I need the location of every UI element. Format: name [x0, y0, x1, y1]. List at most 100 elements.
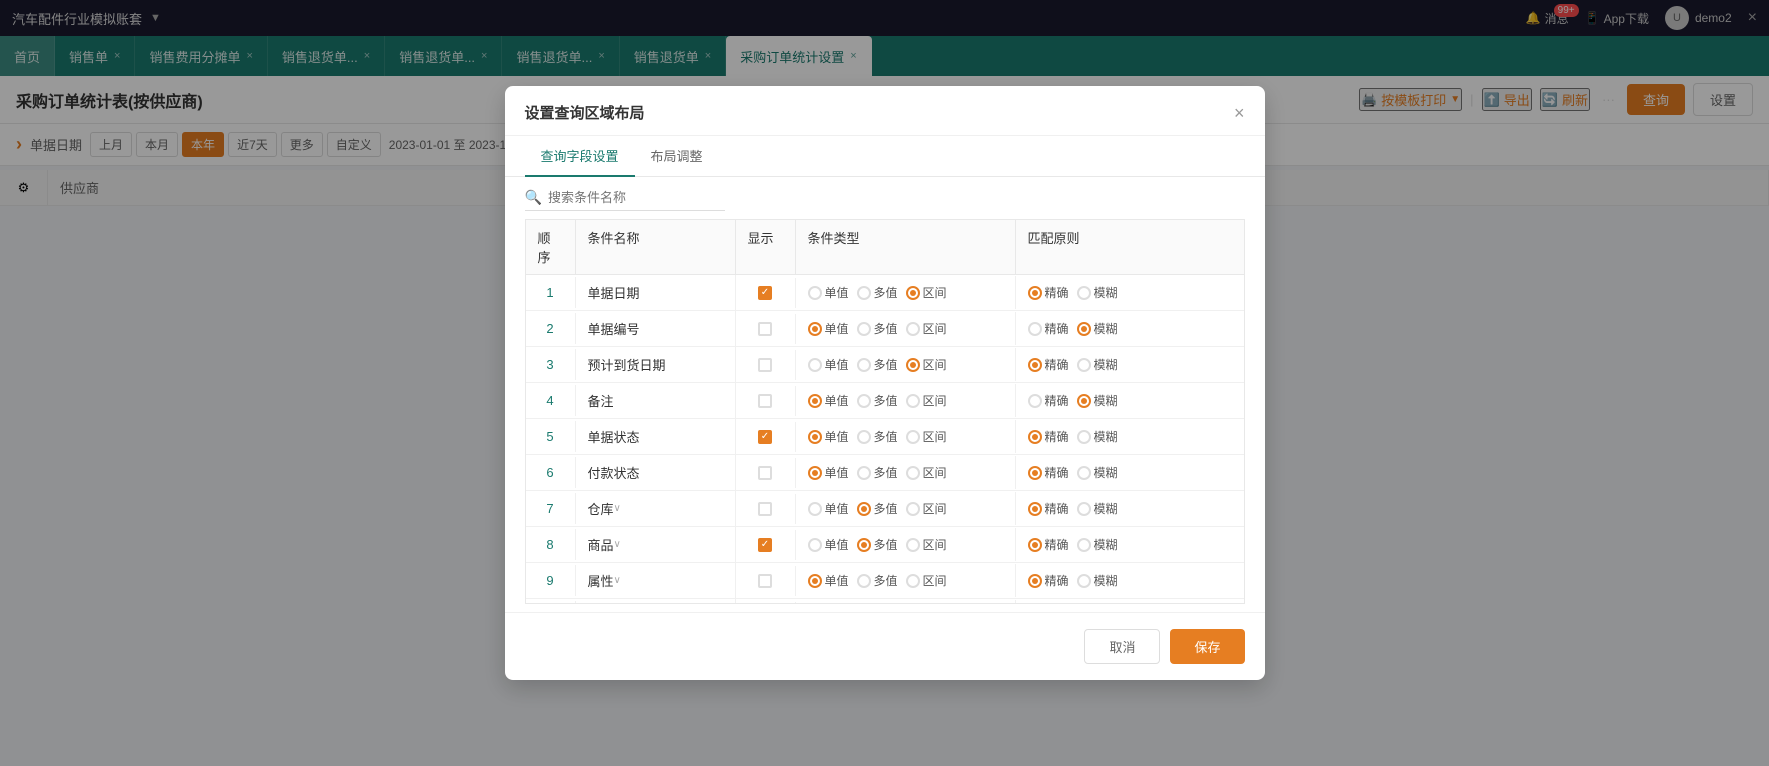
radio-cond-9-0[interactable]: 单值	[808, 572, 849, 589]
radio-cond-8-0[interactable]: 单值	[808, 536, 849, 553]
row-cond-type-3: 单值 多值 区间	[796, 348, 1016, 381]
radio-cond-3-0[interactable]: 单值	[808, 356, 849, 373]
table-row: 6付款状态 单值 多值 区间 精确 模糊	[526, 455, 1244, 491]
radio-match-9-0[interactable]: 精确	[1028, 572, 1069, 589]
th-display: 显示	[736, 220, 796, 274]
row-cond-type-4: 单值 多值 区间	[796, 384, 1016, 417]
row-cond-type-5: 单值 多值 区间	[796, 420, 1016, 453]
row-display-check-9[interactable]	[736, 566, 796, 596]
row-name-5: 单据状态	[576, 419, 736, 454]
radio-cond-8-1[interactable]: 多值	[857, 536, 898, 553]
radio-cond-7-1[interactable]: 多值	[857, 500, 898, 517]
row-display-check-3[interactable]	[736, 350, 796, 380]
row-match-rule-8: 精确 模糊	[1016, 528, 1176, 561]
save-button[interactable]: 保存	[1170, 629, 1244, 664]
radio-match-6-1[interactable]: 模糊	[1077, 464, 1118, 481]
radio-cond-5-0[interactable]: 单值	[808, 428, 849, 445]
row-name-8: 商品 ∨	[576, 527, 736, 562]
checkbox-8[interactable]: ✓	[758, 538, 772, 552]
radio-cond-9-2[interactable]: 区间	[906, 572, 947, 589]
row-order-2: 2	[526, 313, 576, 344]
table-row: 3预计到货日期 单值 多值 区间 精确 模糊	[526, 347, 1244, 383]
radio-match-5-0[interactable]: 精确	[1028, 428, 1069, 445]
radio-cond-6-2[interactable]: 区间	[906, 464, 947, 481]
radio-cond-6-1[interactable]: 多值	[857, 464, 898, 481]
radio-match-2-1[interactable]: 模糊	[1077, 320, 1118, 337]
radio-cond-1-1[interactable]: 多值	[857, 284, 898, 301]
radio-match-7-0[interactable]: 精确	[1028, 500, 1069, 517]
row-match-rule-9: 精确 模糊	[1016, 564, 1176, 597]
row-display-check-4[interactable]	[736, 386, 796, 416]
modal-header: 设置查询区域布局 ×	[505, 86, 1265, 136]
radio-match-3-0[interactable]: 精确	[1028, 356, 1069, 373]
radio-cond-4-1[interactable]: 多值	[857, 392, 898, 409]
radio-match-1-1[interactable]: 模糊	[1077, 284, 1118, 301]
row-display-check-5[interactable]: ✓	[736, 422, 796, 452]
table-row: 4备注 单值 多值 区间 精确 模糊	[526, 383, 1244, 419]
modal-table-header: 顺序 条件名称 显示 条件类型 匹配原则	[525, 219, 1245, 274]
checkbox-1[interactable]: ✓	[758, 286, 772, 300]
th-name: 条件名称	[576, 220, 736, 274]
radio-match-4-0[interactable]: 精确	[1028, 392, 1069, 409]
radio-match-1-0[interactable]: 精确	[1028, 284, 1069, 301]
radio-match-7-1[interactable]: 模糊	[1077, 500, 1118, 517]
checkbox-3[interactable]	[758, 358, 772, 372]
radio-cond-1-2[interactable]: 区间	[906, 284, 947, 301]
radio-cond-4-2[interactable]: 区间	[906, 392, 947, 409]
row-cond-type-2: 单值 多值 区间	[796, 312, 1016, 345]
radio-cond-9-1[interactable]: 多值	[857, 572, 898, 589]
checkbox-7[interactable]	[758, 502, 772, 516]
radio-match-6-0[interactable]: 精确	[1028, 464, 1069, 481]
radio-cond-2-1[interactable]: 多值	[857, 320, 898, 337]
radio-match-2-0[interactable]: 精确	[1028, 320, 1069, 337]
radio-cond-3-1[interactable]: 多值	[857, 356, 898, 373]
radio-cond-3-2[interactable]: 区间	[906, 356, 947, 373]
modal-tab-layout[interactable]: 布局调整	[635, 136, 719, 177]
row-match-rule-7: 精确 模糊	[1016, 492, 1176, 525]
radio-match-8-0[interactable]: 精确	[1028, 536, 1069, 553]
radio-cond-6-0[interactable]: 单值	[808, 464, 849, 481]
search-input[interactable]	[548, 190, 725, 205]
row-display-check-7[interactable]	[736, 494, 796, 524]
checkbox-2[interactable]	[758, 322, 772, 336]
radio-match-9-1[interactable]: 模糊	[1077, 572, 1118, 589]
row-cond-type-6: 单值 多值 区间	[796, 456, 1016, 489]
table-row: 5单据状态 ✓ 单值 多值 区间 精确 模糊	[526, 419, 1244, 455]
row-match-rule-10: 精确 模糊	[1016, 600, 1176, 604]
radio-cond-7-2[interactable]: 区间	[906, 500, 947, 517]
radio-match-3-1[interactable]: 模糊	[1077, 356, 1118, 373]
th-cond-type: 条件类型	[796, 220, 1016, 274]
radio-cond-4-0[interactable]: 单值	[808, 392, 849, 409]
row-display-check-6[interactable]	[736, 458, 796, 488]
row-display-check-2[interactable]	[736, 314, 796, 344]
checkbox-6[interactable]	[758, 466, 772, 480]
radio-cond-5-2[interactable]: 区间	[906, 428, 947, 445]
radio-cond-2-0[interactable]: 单值	[808, 320, 849, 337]
radio-cond-5-1[interactable]: 多值	[857, 428, 898, 445]
modal-tab-query-fields[interactable]: 查询字段设置	[525, 136, 635, 177]
row-order-5: 5	[526, 421, 576, 452]
modal-close-button[interactable]: ×	[1234, 104, 1245, 122]
modal-search-area: 🔍	[505, 177, 1265, 219]
row-name-1: 单据日期	[576, 275, 736, 310]
table-row: 2单据编号 单值 多值 区间 精确 模糊	[526, 311, 1244, 347]
modal-tabs: 查询字段设置 布局调整	[505, 136, 1265, 177]
radio-match-8-1[interactable]: 模糊	[1077, 536, 1118, 553]
radio-cond-8-2[interactable]: 区间	[906, 536, 947, 553]
cancel-button[interactable]: 取消	[1084, 629, 1160, 664]
checkbox-4[interactable]	[758, 394, 772, 408]
radio-match-4-1[interactable]: 模糊	[1077, 392, 1118, 409]
radio-match-5-1[interactable]: 模糊	[1077, 428, 1118, 445]
checkbox-5[interactable]: ✓	[758, 430, 772, 444]
modal-footer: 取消 保存	[505, 612, 1265, 680]
checkbox-9[interactable]	[758, 574, 772, 588]
row-order-1: 1	[526, 277, 576, 308]
row-name-10: 有无商品图片	[576, 599, 736, 604]
radio-cond-7-0[interactable]: 单值	[808, 500, 849, 517]
row-display-check-10[interactable]	[736, 602, 796, 605]
row-display-check-8[interactable]: ✓	[736, 530, 796, 560]
row-display-check-1[interactable]: ✓	[736, 278, 796, 308]
row-name-7: 仓库 ∨	[576, 491, 736, 526]
radio-cond-2-2[interactable]: 区间	[906, 320, 947, 337]
radio-cond-1-0[interactable]: 单值	[808, 284, 849, 301]
